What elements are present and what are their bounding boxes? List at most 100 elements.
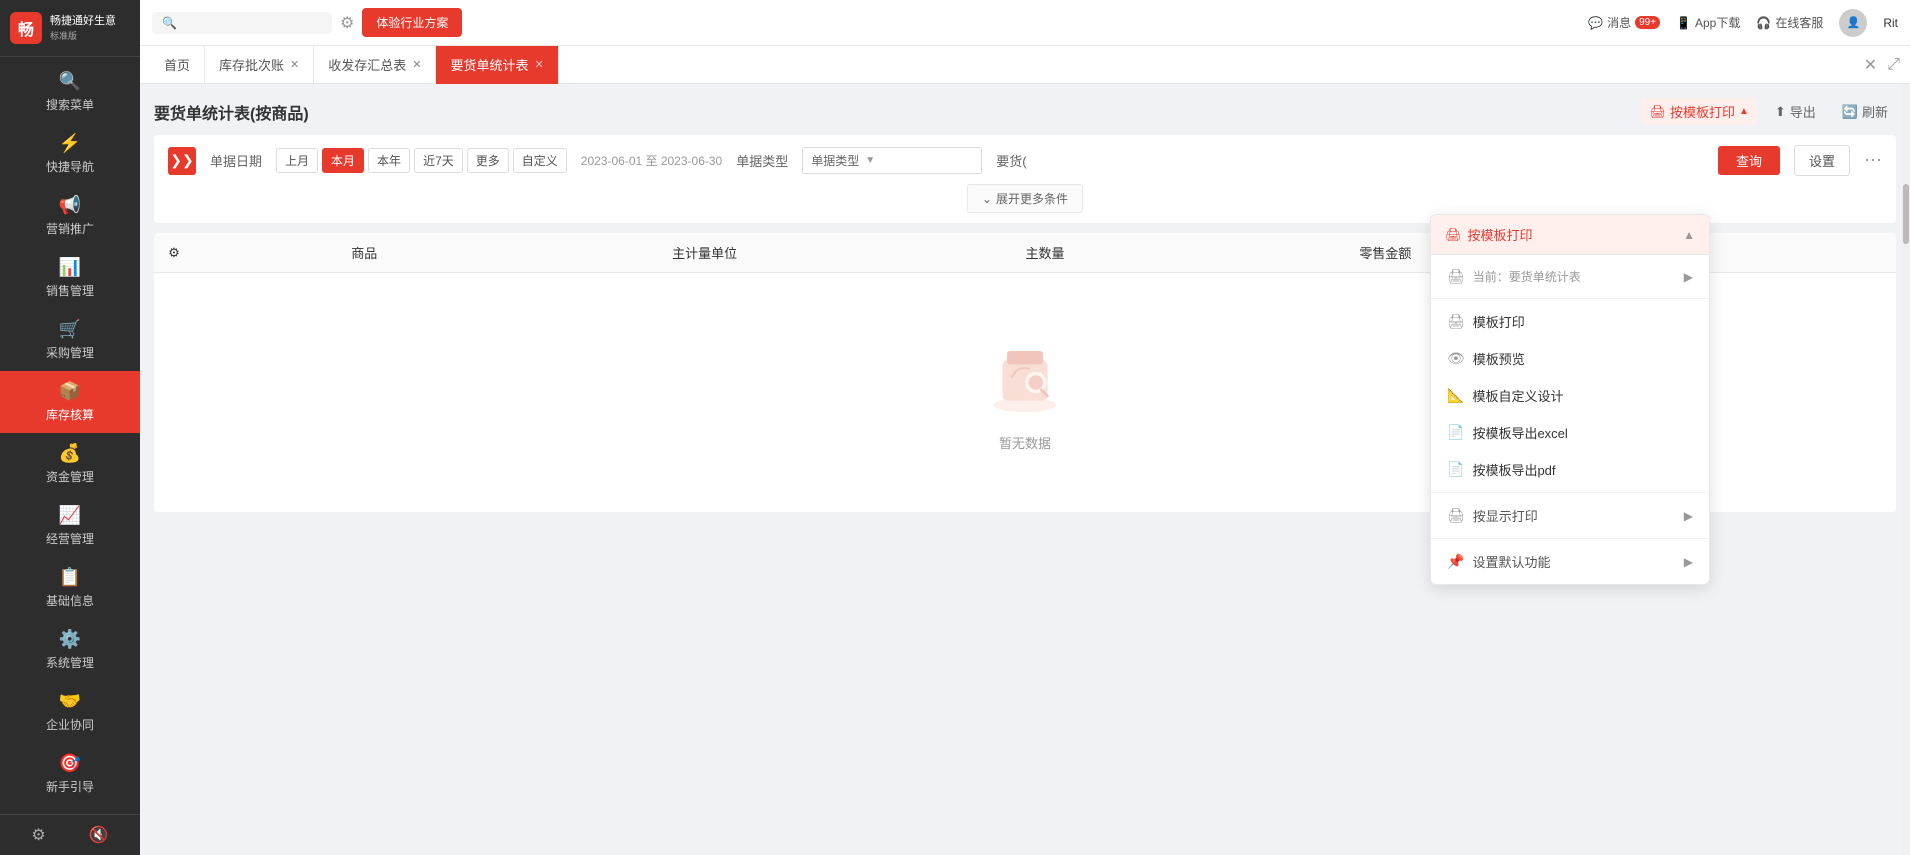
sidebar-item-inventory[interactable]: 📦 库存核算 xyxy=(0,371,140,433)
tab-receipt-summary[interactable]: 收发存汇总表 ✕ xyxy=(314,46,436,84)
refresh-label: 刷新 xyxy=(1862,102,1888,121)
export-excel-label: 按模板导出excel xyxy=(1472,423,1693,442)
query-button[interactable]: 查询 xyxy=(1718,146,1780,175)
date-btn-prev-month[interactable]: 上月 xyxy=(276,148,318,173)
operation-icon: 📈 xyxy=(59,505,81,526)
finance-icon: 💰 xyxy=(59,443,81,464)
current-template-label: 当前：要货单统计表 xyxy=(1473,268,1676,285)
dropdown-export-pdf[interactable]: 📄 按模板导出pdf xyxy=(1431,451,1709,488)
chevron-right-icon: ▶ xyxy=(1684,270,1693,284)
topbar-search[interactable]: 🔍 xyxy=(152,12,332,34)
display-print-label: 按显示打印 xyxy=(1473,506,1676,525)
sidebar-item-label: 新手引导 xyxy=(46,778,94,795)
tab-close-icon[interactable]: ✕ xyxy=(290,58,299,71)
dropdown-set-default[interactable]: 📌 设置默认功能 ▶ xyxy=(1431,543,1709,580)
sidebar-item-label: 搜索菜单 xyxy=(46,96,94,113)
sidebar-bottom: ⚙ 🔇 xyxy=(0,814,140,855)
sidebar-item-basic[interactable]: 📋 基础信息 xyxy=(0,557,140,619)
mute-icon[interactable]: 🔇 xyxy=(89,825,109,845)
sidebar-item-label: 销售管理 xyxy=(46,282,94,299)
sidebar-item-sales[interactable]: 📊 销售管理 xyxy=(0,247,140,309)
tab-receipt-summary-label: 收发存汇总表 xyxy=(328,55,406,74)
tab-inventory-batch-label: 库存批次账 xyxy=(219,55,284,74)
chevron-right-icon-3: ▶ xyxy=(1684,555,1693,569)
sidebar-item-collab[interactable]: 🤝 企业协同 xyxy=(0,681,140,743)
dropdown-display-print-section: 🖨 按显示打印 ▶ xyxy=(1431,493,1709,539)
tab-close-icon[interactable]: ✕ xyxy=(412,58,421,71)
page-content: 要货单统计表(按商品) 🖨 按模板打印 ▲ ⬆ 导出 🔄 刷新 xyxy=(140,84,1910,855)
tab-close-icon[interactable]: ✕ xyxy=(535,58,544,71)
sidebar-item-label: 采购管理 xyxy=(46,344,94,361)
export-button[interactable]: ⬆ 导出 xyxy=(1767,98,1824,125)
topbar: 🔍 ⚙ 体验行业方案 💬 消息 99+ 📱 App下载 🎧 在线客服 👤 Rit xyxy=(140,0,1910,46)
expand-label: 展开更多条件 xyxy=(996,190,1068,207)
right-scrollbar[interactable] xyxy=(1902,84,1910,855)
tab-close-all-icon[interactable]: ✕ xyxy=(1864,55,1877,75)
print-dropdown: 🖨 按模板打印 ▲ 🖨 当前：要货单统计表 ▶ 🖨 模板打印 👁 xyxy=(1430,214,1710,585)
dropdown-current-section: 🖨 当前：要货单统计表 ▶ xyxy=(1431,255,1709,299)
date-btn-current-year[interactable]: 本年 xyxy=(368,148,410,173)
expand-icon: ⌄ xyxy=(982,192,992,206)
message-button[interactable]: 💬 消息 99+ xyxy=(1588,14,1660,31)
print-template-button[interactable]: 🖨 按模板打印 ▲ xyxy=(1641,98,1756,125)
template-design-icon: 📐 xyxy=(1447,387,1464,404)
date-btn-custom[interactable]: 自定义 xyxy=(513,148,567,173)
tab-expand-icon[interactable]: ⤢ xyxy=(1887,56,1900,74)
sidebar-item-quicknav[interactable]: ⚡ 快捷导航 xyxy=(0,123,140,185)
dropdown-print-items: 🖨 模板打印 👁 模板预览 📐 模板自定义设计 📄 按模板导出excel 📄 xyxy=(1431,299,1709,493)
print-dropdown-close-icon[interactable]: ▲ xyxy=(1683,228,1695,242)
settings-button[interactable]: 设置 xyxy=(1794,145,1850,176)
sidebar-item-operation[interactable]: 📈 经营管理 xyxy=(0,495,140,557)
sidebar-item-purchase[interactable]: 🛒 采购管理 xyxy=(0,309,140,371)
online-service-button[interactable]: 🎧 在线客服 xyxy=(1756,14,1823,31)
tabbar: 首页 库存批次账 ✕ 收发存汇总表 ✕ 要货单统计表 ✕ ✕ ⤢ xyxy=(140,46,1910,84)
sidebar-item-system[interactable]: ⚙️ 系统管理 xyxy=(0,619,140,681)
chevron-right-icon-2: ▶ xyxy=(1684,509,1693,523)
dropdown-display-print[interactable]: 🖨 按显示打印 ▶ xyxy=(1431,497,1709,534)
date-filter-label: 单据日期 xyxy=(210,151,262,170)
settings-bottom-icon[interactable]: ⚙ xyxy=(31,825,45,845)
more-actions-icon[interactable]: ⋯ xyxy=(1864,150,1882,171)
topbar-left: 🔍 ⚙ 体验行业方案 xyxy=(152,8,1578,37)
dropdown-template-print[interactable]: 🖨 模板打印 xyxy=(1431,303,1709,340)
template-print-label: 模板打印 xyxy=(1473,312,1693,331)
tab-inventory-batch[interactable]: 库存批次账 ✕ xyxy=(205,46,314,84)
refresh-button[interactable]: 🔄 刷新 xyxy=(1834,98,1896,125)
purchase-icon: 🛒 xyxy=(59,319,81,340)
sidebar-item-newbie[interactable]: 🎯 新手引导 xyxy=(0,743,140,805)
quicknav-icon: ⚡ xyxy=(59,133,81,154)
main-area: 🔍 ⚙ 体验行业方案 💬 消息 99+ 📱 App下载 🎧 在线客服 👤 Rit xyxy=(140,0,1910,855)
date-btn-current-month[interactable]: 本月 xyxy=(322,148,364,173)
th-gear[interactable]: ⚙ xyxy=(154,245,194,261)
template-preview-label: 模板预览 xyxy=(1473,349,1693,368)
sidebar-item-label: 基础信息 xyxy=(46,592,94,609)
sidebar-item-finance[interactable]: 💰 资金管理 xyxy=(0,433,140,495)
tab-home[interactable]: 首页 xyxy=(150,46,205,84)
dropdown-template-design[interactable]: 📐 模板自定义设计 xyxy=(1431,377,1709,414)
export-excel-icon: 📄 xyxy=(1447,424,1464,441)
avatar[interactable]: 👤 xyxy=(1839,9,1867,37)
tab-order-stat[interactable]: 要货单统计表 ✕ xyxy=(436,46,558,84)
scrollbar-thumb xyxy=(1903,184,1909,244)
template-design-label: 模板自定义设计 xyxy=(1472,386,1693,405)
sidebar-item-search[interactable]: 🔍 搜索菜单 xyxy=(0,61,140,123)
dropdown-template-preview[interactable]: 👁 模板预览 xyxy=(1431,340,1709,377)
app-download-button[interactable]: 📱 App下载 xyxy=(1676,14,1740,31)
sales-icon: 📊 xyxy=(59,257,81,278)
sidebar-item-marketing[interactable]: 📢 营销推广 xyxy=(0,185,140,247)
print-dropdown-title: 🖨 按模板打印 xyxy=(1445,225,1533,244)
trial-industry-button[interactable]: 体验行业方案 xyxy=(362,8,462,37)
expand-more-conditions[interactable]: ⌄ 展开更多条件 xyxy=(967,184,1083,213)
date-btn-more[interactable]: 更多 xyxy=(467,148,509,173)
date-range-text: 2023-06-01 至 2023-06-30 xyxy=(581,152,722,169)
dropdown-export-excel[interactable]: 📄 按模板导出excel xyxy=(1431,414,1709,451)
sidebar-item-appstore[interactable]: 🏪 应用中心 xyxy=(0,805,140,814)
page-header: 要货单统计表(按商品) 🖨 按模板打印 ▲ ⬆ 导出 🔄 刷新 xyxy=(154,98,1896,125)
filter-expand-btn[interactable]: ❯❯ xyxy=(168,147,196,175)
topbar-gear-icon[interactable]: ⚙ xyxy=(340,13,354,33)
order-type-select[interactable]: 单据类型 ▼ xyxy=(802,147,982,174)
template-print-icon: 🖨 xyxy=(1447,313,1465,330)
date-btn-7days[interactable]: 近7天 xyxy=(414,148,463,173)
online-service-label: 在线客服 xyxy=(1775,14,1823,31)
dropdown-current-item[interactable]: 🖨 当前：要货单统计表 ▶ xyxy=(1431,259,1709,294)
